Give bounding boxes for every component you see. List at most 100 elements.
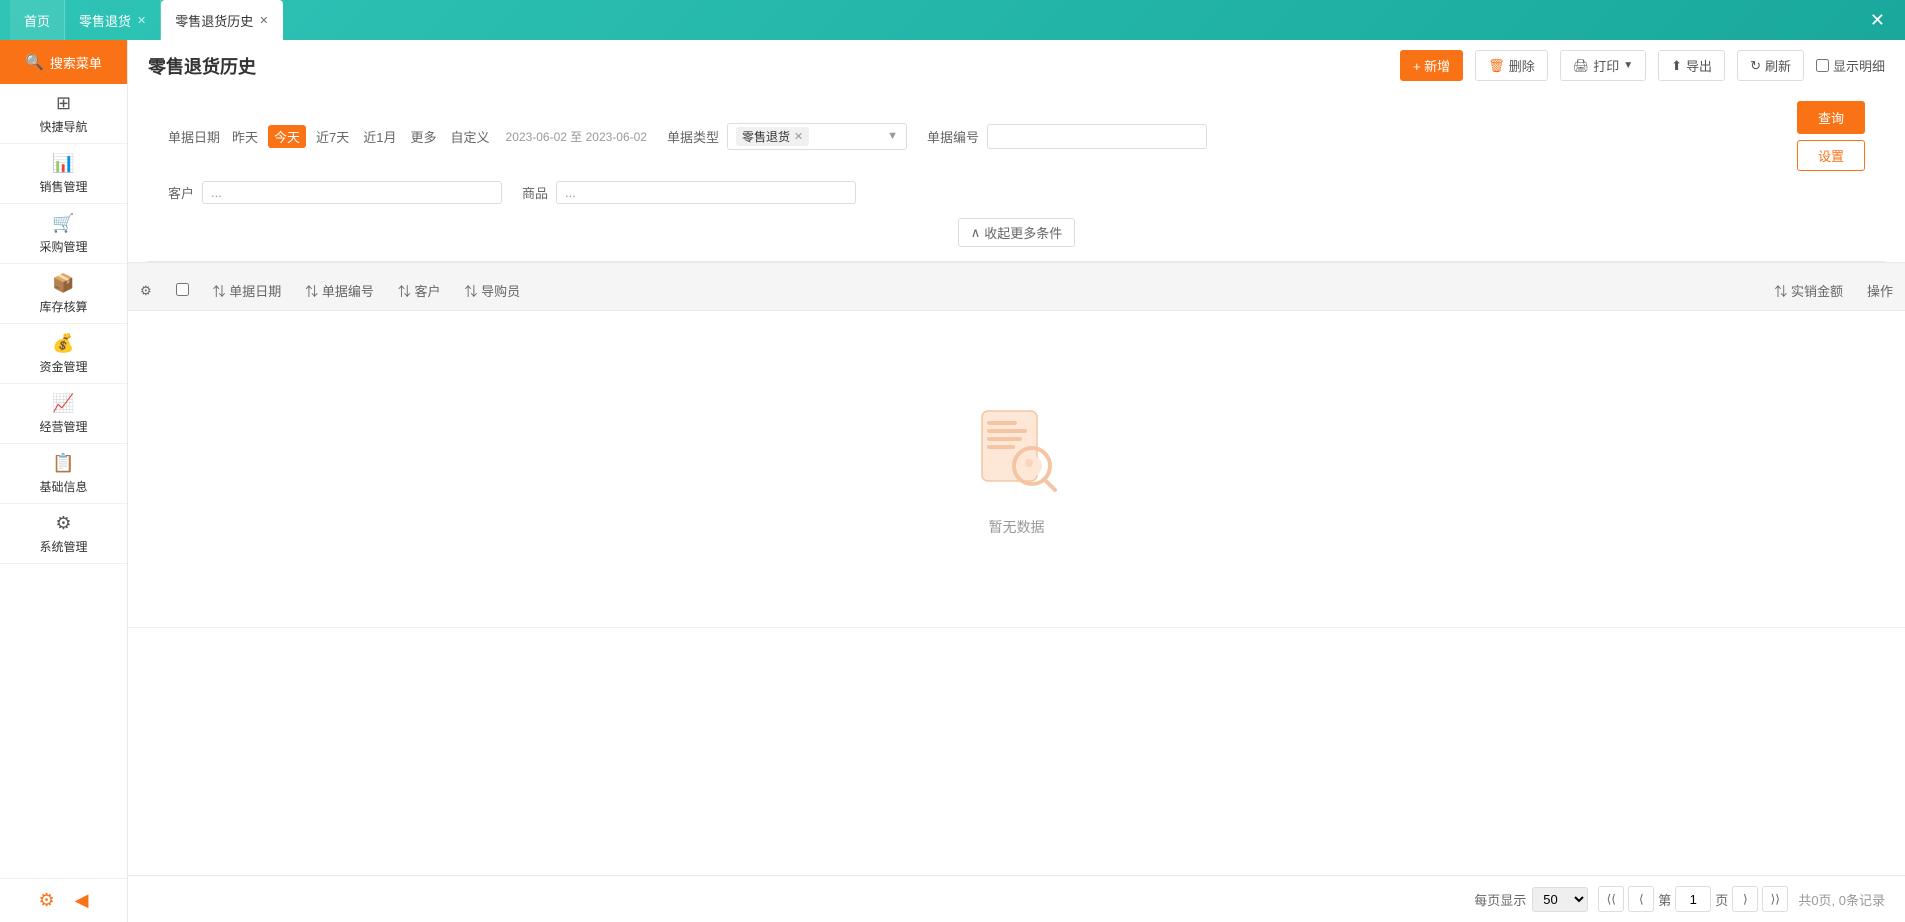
table-wrap: ⚙ ⇅ 单据日期 ⇅ 单据编号 ⇅ 客户 bbox=[128, 271, 1905, 875]
date-range-options: 昨天 今天 近7天 近1月 更多 自定义 bbox=[228, 125, 494, 148]
date-opt-more[interactable]: 更多 bbox=[407, 125, 441, 148]
goods-filter-select[interactable]: ... bbox=[556, 181, 856, 204]
th-date[interactable]: ⇅ 单据日期 bbox=[201, 271, 294, 311]
date-opt-1month[interactable]: 近1月 bbox=[359, 125, 400, 148]
tab-home[interactable]: 首页 bbox=[10, 0, 65, 40]
sidebar-item-operations-label: 经营管理 bbox=[39, 418, 87, 435]
type-filter: 单据类型 零售退货 ✕ ▼ bbox=[667, 123, 907, 150]
date-filter-label: 单据日期 bbox=[168, 127, 220, 146]
th-actions-label: 操作 bbox=[1867, 284, 1893, 299]
base-info-icon: 📋 bbox=[52, 453, 74, 474]
export-button[interactable]: ⬆ 导出 bbox=[1658, 50, 1725, 81]
empty-state: 暂无数据 bbox=[140, 321, 1893, 617]
th-order-no-label: ⇅ 单据编号 bbox=[305, 284, 374, 299]
inventory-icon: 📦 bbox=[52, 273, 74, 294]
tab-retail-return[interactable]: 零售退货 ✕ bbox=[65, 0, 161, 40]
page-label: 第 bbox=[1658, 890, 1671, 909]
date-opt-7days[interactable]: 近7天 bbox=[312, 125, 353, 148]
per-page-dropdown[interactable]: 20 50 100 bbox=[1532, 887, 1588, 912]
top-bar: 首页 零售退货 ✕ 零售退货历史 ✕ ✕ bbox=[0, 0, 1905, 40]
home-tab-label: 首页 bbox=[24, 11, 50, 30]
display-detail-wrap: 显示明细 bbox=[1816, 56, 1885, 75]
th-checkbox[interactable] bbox=[164, 271, 201, 311]
sidebar-item-sys-mgmt[interactable]: ⚙ 系统管理 bbox=[0, 504, 127, 564]
date-opt-custom[interactable]: 自定义 bbox=[447, 125, 494, 148]
date-opt-yesterday[interactable]: 昨天 bbox=[228, 125, 262, 148]
display-detail-checkbox[interactable] bbox=[1816, 59, 1829, 72]
print-button[interactable]: 🖨 打印 ▼ bbox=[1560, 50, 1646, 81]
collapse-button[interactable]: ∧ 收起更多条件 bbox=[958, 218, 1076, 247]
sidebar-item-base-info[interactable]: 📋 基础信息 bbox=[0, 444, 127, 504]
date-opt-today[interactable]: 今天 bbox=[268, 125, 306, 148]
retail-return-history-tab-label: 零售退货历史 bbox=[175, 11, 253, 30]
retail-return-history-tab-close[interactable]: ✕ bbox=[259, 14, 268, 27]
sidebar-search[interactable]: 🔍 搜索菜单 bbox=[0, 40, 127, 84]
sidebar: 🔍 搜索菜单 ⊞ 快捷导航 📊 销售管理 🛒 采购管理 📦 库存核算 💰 资金管… bbox=[0, 40, 128, 922]
customer-filter-select[interactable]: ... bbox=[202, 181, 502, 204]
th-date-label: ⇅ 单据日期 bbox=[213, 284, 282, 299]
sidebar-item-purchase-label: 采购管理 bbox=[39, 238, 87, 255]
type-filter-tag-value: 零售退货 bbox=[742, 128, 790, 145]
page-header: 零售退货历史 + 新增 🗑 删除 🖨 打印 ▼ ⬆ bbox=[128, 40, 1905, 263]
per-page-select: 每页显示 20 50 100 bbox=[1474, 887, 1588, 912]
app-layout: 🔍 搜索菜单 ⊞ 快捷导航 📊 销售管理 🛒 采购管理 📦 库存核算 💰 资金管… bbox=[0, 40, 1905, 922]
date-filter: 单据日期 昨天 今天 近7天 近1月 更多 自定义 2023-06-02 至 2… bbox=[168, 125, 647, 148]
sidebar-item-inventory[interactable]: 📦 库存核算 bbox=[0, 264, 127, 324]
operations-icon: 📈 bbox=[52, 393, 74, 414]
sidebar-item-purchase-mgmt[interactable]: 🛒 采购管理 bbox=[0, 204, 127, 264]
set-button[interactable]: 设置 bbox=[1797, 140, 1865, 171]
type-filter-label: 单据类型 bbox=[667, 127, 719, 146]
main-content: 零售退货历史 + 新增 🗑 删除 🖨 打印 ▼ ⬆ bbox=[128, 40, 1905, 922]
th-customer[interactable]: ⇅ 客户 bbox=[386, 271, 453, 311]
collapse-sidebar-icon[interactable]: ◀ bbox=[75, 890, 89, 911]
filter-actions: 查询 设置 bbox=[1797, 101, 1865, 171]
page-next-button[interactable]: ⟩ bbox=[1732, 886, 1758, 912]
customer-label: 客户 bbox=[168, 183, 194, 202]
sidebar-item-quick-nav[interactable]: ⊞ 快捷导航 bbox=[0, 84, 127, 144]
collapse-label: 收起更多条件 bbox=[984, 223, 1062, 242]
page-first-button[interactable]: ⟨⟨ bbox=[1598, 886, 1624, 912]
delete-button[interactable]: 🗑 删除 bbox=[1475, 50, 1548, 81]
print-icon: 🖨 bbox=[1573, 58, 1590, 74]
sys-mgmt-icon: ⚙ bbox=[55, 513, 71, 534]
sidebar-item-base-info-label: 基础信息 bbox=[39, 478, 87, 495]
order-no-label: 单据编号 bbox=[927, 127, 979, 146]
refresh-button[interactable]: ↻ 刷新 bbox=[1737, 50, 1804, 81]
type-filter-select[interactable]: 零售退货 ✕ ▼ bbox=[727, 123, 907, 150]
table-body: 暂无数据 bbox=[128, 311, 1905, 628]
goods-label: 商品 bbox=[522, 183, 548, 202]
refresh-button-label: 刷新 bbox=[1765, 56, 1791, 75]
sidebar-item-sales-mgmt[interactable]: 📊 销售管理 bbox=[0, 144, 127, 204]
sales-icon: 📊 bbox=[52, 153, 74, 174]
select-all-checkbox[interactable] bbox=[176, 283, 189, 296]
data-table: ⚙ ⇅ 单据日期 ⇅ 单据编号 ⇅ 客户 bbox=[128, 271, 1905, 628]
goods-filter: 商品 ... bbox=[522, 181, 856, 204]
sidebar-item-inventory-label: 库存核算 bbox=[39, 298, 87, 315]
sidebar-item-operations[interactable]: 📈 经营管理 bbox=[0, 384, 127, 444]
date-range-display: 2023-06-02 至 2023-06-02 bbox=[506, 128, 647, 145]
quick-nav-icon: ⊞ bbox=[56, 93, 71, 114]
th-amount[interactable]: ⇅ 实销金额 bbox=[1762, 271, 1855, 311]
tab-retail-return-history[interactable]: 零售退货历史 ✕ bbox=[161, 0, 283, 40]
per-page-label: 每页显示 bbox=[1474, 890, 1526, 909]
empty-state-row: 暂无数据 bbox=[128, 311, 1905, 628]
retail-return-tab-close[interactable]: ✕ bbox=[137, 14, 146, 27]
customer-filter: 客户 ... bbox=[168, 181, 502, 204]
print-button-label: 打印 bbox=[1593, 56, 1619, 75]
page-last-button[interactable]: ⟩⟩ bbox=[1762, 886, 1788, 912]
type-filter-tag-close[interactable]: ✕ bbox=[794, 130, 803, 143]
query-button-label: 查询 bbox=[1818, 111, 1844, 126]
th-guide-label: ⇅ 导购员 bbox=[465, 284, 521, 299]
th-order-no[interactable]: ⇅ 单据编号 bbox=[293, 271, 386, 311]
sidebar-item-quick-nav-label: 快捷导航 bbox=[39, 118, 87, 135]
window-close-button[interactable]: ✕ bbox=[1860, 10, 1895, 31]
page-prev-button[interactable]: ⟨ bbox=[1628, 886, 1654, 912]
query-button[interactable]: 查询 bbox=[1797, 101, 1865, 134]
settings-bottom-icon[interactable]: ⚙ bbox=[39, 890, 55, 911]
new-button[interactable]: + 新增 bbox=[1400, 50, 1463, 81]
sidebar-item-finance[interactable]: 💰 资金管理 bbox=[0, 324, 127, 384]
th-settings[interactable]: ⚙ bbox=[128, 271, 164, 311]
th-guide[interactable]: ⇅ 导购员 bbox=[453, 271, 533, 311]
page-input[interactable] bbox=[1675, 886, 1711, 912]
order-no-input[interactable] bbox=[987, 124, 1207, 149]
